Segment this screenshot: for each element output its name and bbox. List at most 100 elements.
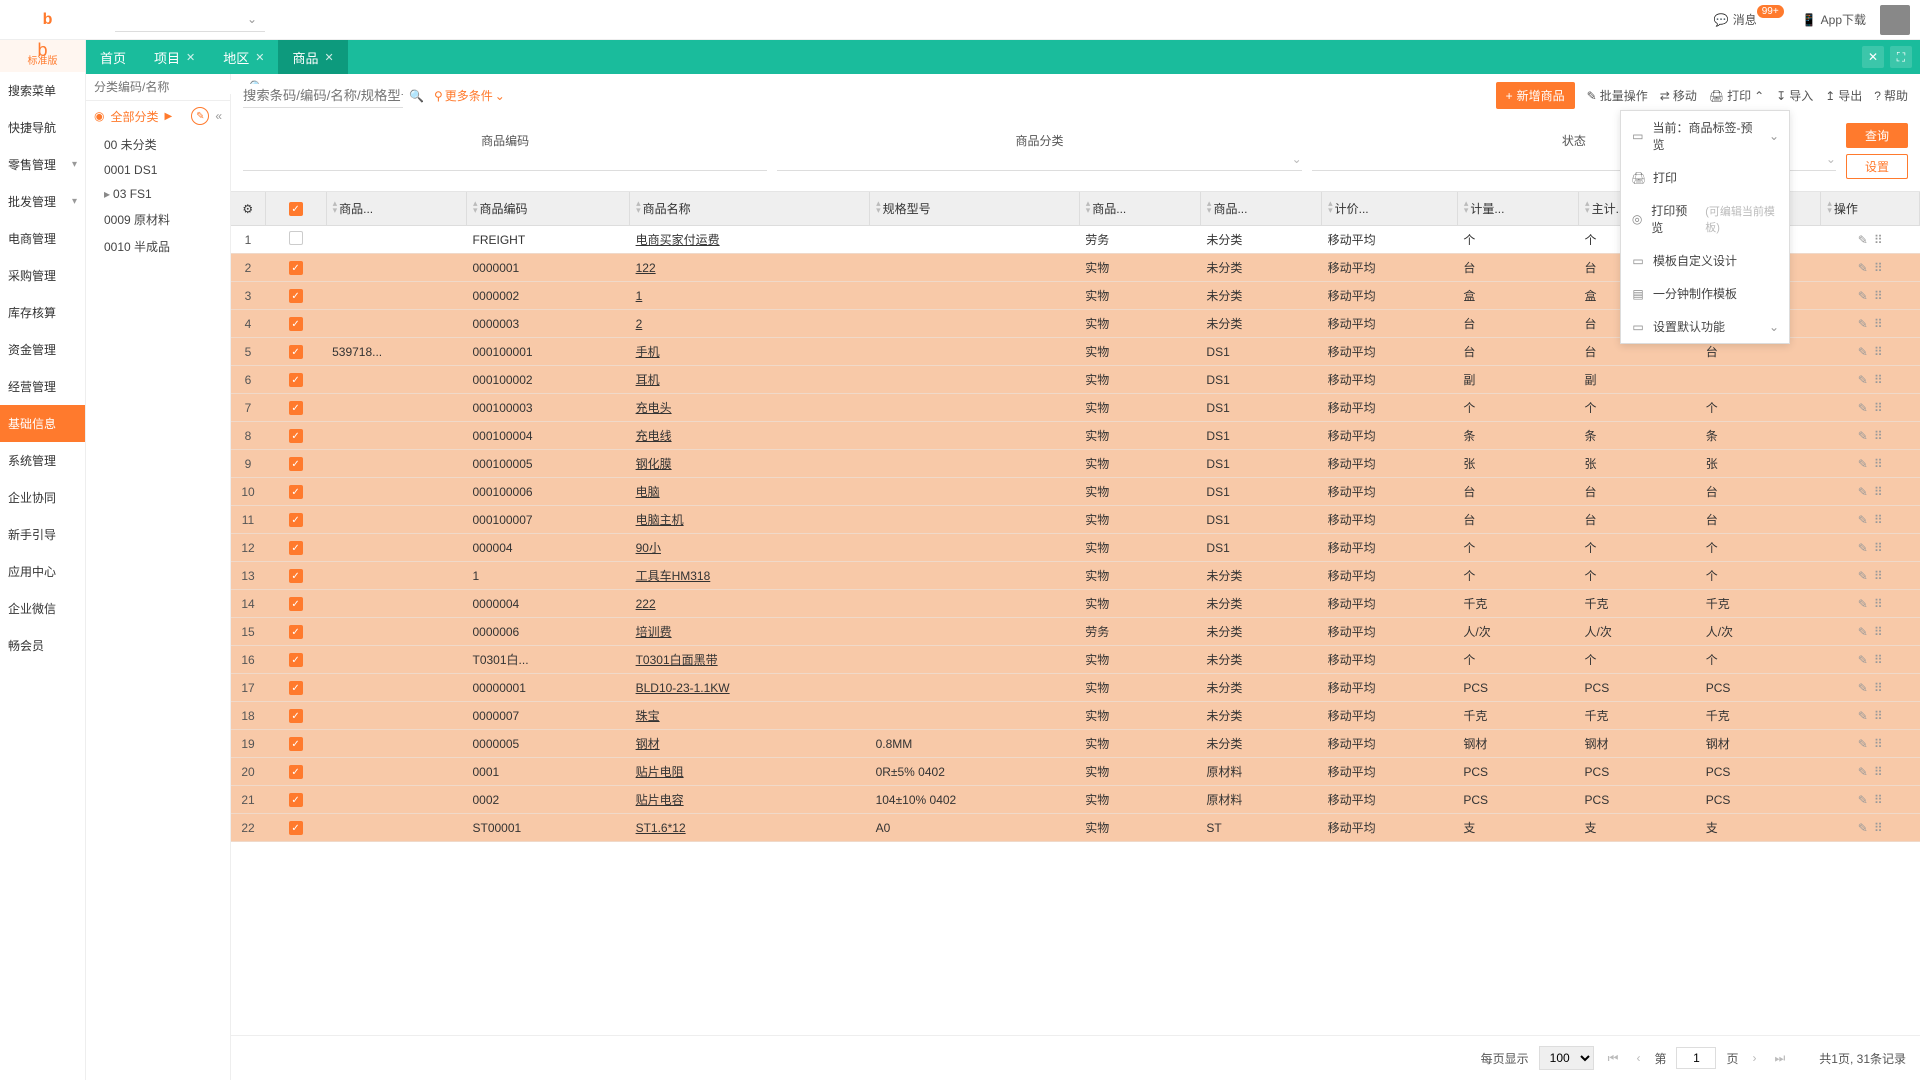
- product-name-link[interactable]: 珠宝: [636, 709, 660, 723]
- page-tab[interactable]: 首页: [86, 40, 140, 74]
- edit-row-icon[interactable]: ✎: [1858, 457, 1868, 471]
- messages-link[interactable]: 💬 消息 99+: [1714, 11, 1788, 28]
- more-row-icon[interactable]: ⠿: [1874, 457, 1883, 471]
- sidebar-item[interactable]: 经营管理: [0, 368, 85, 405]
- column-header[interactable]: ▴▾商品编码: [467, 192, 630, 226]
- sidebar-item[interactable]: 采购管理: [0, 257, 85, 294]
- table-row[interactable]: 20✓0001贴片电阻0R±5% 0402实物原材料移动平均PCSPCSPCS✎…: [231, 758, 1920, 786]
- edit-row-icon[interactable]: ✎: [1858, 569, 1868, 583]
- column-header[interactable]: ▴▾计量...: [1457, 192, 1578, 226]
- edit-row-icon[interactable]: ✎: [1858, 289, 1868, 303]
- column-header[interactable]: ▴▾商品...: [1079, 192, 1200, 226]
- edit-row-icon[interactable]: ✎: [1858, 401, 1868, 415]
- more-row-icon[interactable]: ⠿: [1874, 681, 1883, 695]
- product-name-link[interactable]: 电脑: [636, 485, 660, 499]
- product-name-link[interactable]: 培训费: [636, 625, 672, 639]
- quick-template-action[interactable]: ▤一分钟制作模板: [1621, 277, 1789, 310]
- tab-close-all-button[interactable]: ✕: [1862, 46, 1884, 68]
- org-dropdown[interactable]: ⌄: [115, 8, 265, 32]
- more-row-icon[interactable]: ⠿: [1874, 765, 1883, 779]
- page-tab[interactable]: 项目✕: [140, 40, 209, 74]
- more-row-icon[interactable]: ⠿: [1874, 653, 1883, 667]
- column-header[interactable]: ▴▾操作: [1821, 192, 1920, 226]
- page-tab[interactable]: 商品✕: [278, 40, 347, 74]
- page-input[interactable]: [1676, 1047, 1716, 1069]
- tree-item[interactable]: 0001 DS1: [100, 158, 230, 182]
- column-header[interactable]: ▴▾商品...: [1200, 192, 1321, 226]
- sidebar-item[interactable]: 畅会员: [0, 627, 85, 664]
- table-row[interactable]: 18✓0000007珠宝实物未分类移动平均千克千克千克✎⠿: [231, 702, 1920, 730]
- more-row-icon[interactable]: ⠿: [1874, 485, 1883, 499]
- more-row-icon[interactable]: ⠿: [1874, 401, 1883, 415]
- more-row-icon[interactable]: ⠿: [1874, 233, 1883, 247]
- print-current-template[interactable]: ▭当前：商品标签-预览⌄: [1621, 111, 1789, 161]
- row-checkbox[interactable]: ✓: [289, 373, 303, 387]
- product-name-link[interactable]: 耳机: [636, 373, 660, 387]
- tree-item[interactable]: 03 FS1: [100, 182, 230, 206]
- move-button[interactable]: ⇄移动: [1660, 87, 1697, 104]
- edit-row-icon[interactable]: ✎: [1858, 317, 1868, 331]
- table-row[interactable]: 13✓1工具车HM318实物未分类移动平均个个个✎⠿: [231, 562, 1920, 590]
- more-row-icon[interactable]: ⠿: [1874, 625, 1883, 639]
- help-button[interactable]: ?帮助: [1874, 87, 1908, 104]
- batch-button[interactable]: ✎批量操作: [1587, 87, 1648, 104]
- more-row-icon[interactable]: ⠿: [1874, 821, 1883, 835]
- row-checkbox[interactable]: ✓: [289, 793, 303, 807]
- more-row-icon[interactable]: ⠿: [1874, 429, 1883, 443]
- product-name-link[interactable]: 122: [636, 261, 656, 275]
- row-checkbox[interactable]: ✓: [289, 625, 303, 639]
- filter-category-select[interactable]: ⌄: [777, 149, 1301, 171]
- more-row-icon[interactable]: ⠿: [1874, 793, 1883, 807]
- sidebar-item[interactable]: 搜索菜单: [0, 72, 85, 109]
- more-row-icon[interactable]: ⠿: [1874, 737, 1883, 751]
- add-product-button[interactable]: + 新增商品: [1496, 82, 1575, 109]
- product-name-link[interactable]: T0301白面黑带: [636, 653, 718, 667]
- edit-row-icon[interactable]: ✎: [1858, 485, 1868, 499]
- close-icon[interactable]: ✕: [325, 51, 334, 64]
- last-page-button[interactable]: ⏭: [1770, 1051, 1789, 1066]
- row-checkbox[interactable]: ✓: [289, 821, 303, 835]
- next-page-button[interactable]: ›: [1748, 1051, 1760, 1065]
- edit-row-icon[interactable]: ✎: [1858, 737, 1868, 751]
- tree-item[interactable]: 0009 原材料: [100, 206, 230, 233]
- product-name-link[interactable]: BLD10-23-1.1KW: [636, 681, 730, 695]
- more-row-icon[interactable]: ⠿: [1874, 289, 1883, 303]
- product-name-link[interactable]: 1: [636, 289, 643, 303]
- sidebar-item[interactable]: 应用中心: [0, 553, 85, 590]
- more-row-icon[interactable]: ⠿: [1874, 345, 1883, 359]
- export-button[interactable]: ↥导出: [1825, 87, 1862, 104]
- print-button[interactable]: 🖨打印⌃: [1709, 87, 1764, 104]
- edit-row-icon[interactable]: ✎: [1858, 429, 1868, 443]
- sidebar-item[interactable]: 新手引导: [0, 516, 85, 553]
- product-name-link[interactable]: 2: [636, 317, 643, 331]
- table-row[interactable]: 6✓000100002耳机实物DS1移动平均副副✎⠿: [231, 366, 1920, 394]
- product-name-link[interactable]: 电商买家付运费: [636, 233, 720, 247]
- product-name-link[interactable]: ST1.6*12: [636, 821, 686, 835]
- column-header[interactable]: ▴▾计价...: [1322, 192, 1458, 226]
- sidebar-item[interactable]: 零售管理▾: [0, 146, 85, 183]
- row-checkbox[interactable]: ✓: [289, 345, 303, 359]
- gear-icon[interactable]: ⚙: [242, 202, 253, 216]
- app-download-link[interactable]: 📱 App下载: [1802, 11, 1866, 28]
- product-name-link[interactable]: 钢化膜: [636, 457, 672, 471]
- product-name-link[interactable]: 电脑主机: [636, 513, 684, 527]
- product-name-link[interactable]: 贴片电阻: [636, 765, 684, 779]
- row-checkbox[interactable]: ✓: [289, 429, 303, 443]
- select-all-checkbox[interactable]: ✓: [289, 202, 303, 216]
- row-checkbox[interactable]: ✓: [289, 401, 303, 415]
- edit-row-icon[interactable]: ✎: [1858, 709, 1868, 723]
- table-row[interactable]: 16✓T0301白...T0301白面黑带实物未分类移动平均个个个✎⠿: [231, 646, 1920, 674]
- more-row-icon[interactable]: ⠿: [1874, 541, 1883, 555]
- edit-row-icon[interactable]: ✎: [1858, 625, 1868, 639]
- table-row[interactable]: 7✓000100003充电头实物DS1移动平均个个个✎⠿: [231, 394, 1920, 422]
- row-checkbox[interactable]: ✓: [289, 737, 303, 751]
- row-checkbox[interactable]: ✓: [289, 261, 303, 275]
- import-button[interactable]: ↧导入: [1776, 87, 1813, 104]
- product-name-link[interactable]: 90小: [636, 541, 661, 555]
- table-row[interactable]: 21✓0002贴片电容104±10% 0402实物原材料移动平均PCSPCSPC…: [231, 786, 1920, 814]
- edit-row-icon[interactable]: ✎: [1858, 541, 1868, 555]
- edit-row-icon[interactable]: ✎: [1858, 681, 1868, 695]
- row-checkbox[interactable]: ✓: [289, 485, 303, 499]
- search-button[interactable]: 查询: [1846, 123, 1908, 148]
- table-row[interactable]: 11✓000100007电脑主机实物DS1移动平均台台台✎⠿: [231, 506, 1920, 534]
